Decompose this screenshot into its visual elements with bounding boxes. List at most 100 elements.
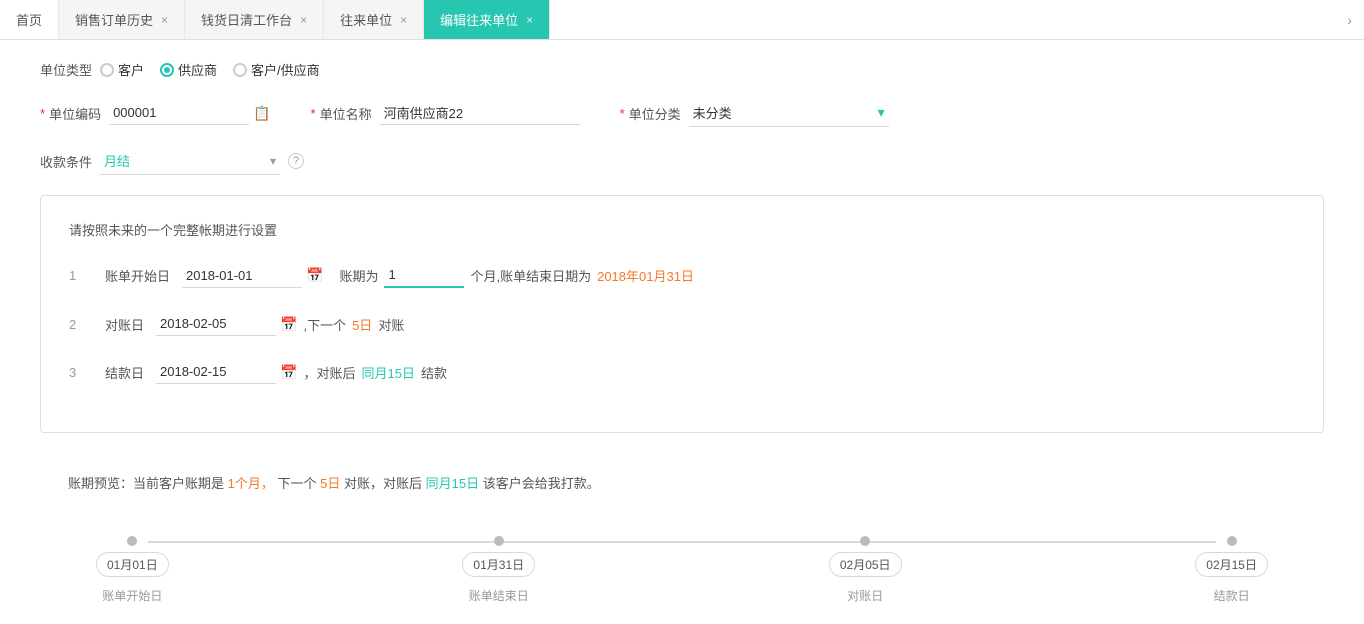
row-3-desc-highlight: 同月15日 xyxy=(361,363,414,382)
row-2-desc-highlight: 5日 xyxy=(352,315,372,334)
row-2-desc-pre: ,下一个 xyxy=(303,315,346,334)
tab-sales-history-label: 销售订单历史 xyxy=(75,10,153,29)
preview-text: 账期预览：当前客户账期是 1个月， 下一个 5日 对账，对账后 同月15日 该客… xyxy=(68,473,1296,492)
preview-reconcile-text: 对账，对账后 xyxy=(344,476,422,491)
unit-type-radio-group: 客户 供应商 客户/供应商 xyxy=(100,60,320,79)
row-3-desc-pre: ，对账后 xyxy=(303,363,355,382)
row-1-period-input[interactable] xyxy=(384,263,464,288)
preview-prefix: 账期预览：当前客户账期是 xyxy=(68,476,224,491)
timeline-dot-3 xyxy=(1227,536,1237,546)
timeline-label-3: 结款日 xyxy=(1214,587,1250,604)
payment-terms-item: 收款条件 月结 ▾ ? xyxy=(40,147,304,175)
timeline-badge-1: 01月31日 xyxy=(462,552,535,577)
radio-supplier-circle xyxy=(160,63,174,77)
unit-category-item: * 单位分类 未分类 ▾ xyxy=(620,99,889,127)
payment-terms-label: 收款条件 xyxy=(40,152,92,171)
timeline-dot-0 xyxy=(127,536,137,546)
row-3-calendar-icon[interactable]: 📅 xyxy=(280,364,297,381)
row-1-calendar-icon[interactable]: 📅 xyxy=(306,267,323,284)
tab-counterparty-close[interactable]: × xyxy=(400,13,407,27)
unit-code-input-wrap: 📋 xyxy=(109,101,270,125)
settings-box: 请按照未来的一个完整帐期进行设置 1 账单开始日 📅 账期为 个月,账单结束日期… xyxy=(40,195,1324,433)
radio-both-label: 客户/供应商 xyxy=(251,60,320,79)
tab-edit-counterparty[interactable]: 编辑往来单位 × xyxy=(424,0,550,39)
unit-code-star: * xyxy=(40,106,45,121)
timeline: 01月01日 账单开始日 01月31日 账单结束日 02月05日 对账日 02月… xyxy=(68,520,1296,604)
unit-code-item: * 单位编码 📋 xyxy=(40,101,271,125)
tab-bar: 首页 销售订单历史 × 钱货日清工作台 × 往来单位 × 编辑往来单位 × › xyxy=(0,0,1364,40)
timeline-badge-3: 02月15日 xyxy=(1195,552,1268,577)
unit-type-row: 单位类型 客户 供应商 客户/供应商 xyxy=(40,60,1324,79)
timeline-node-0: 01月01日 账单开始日 xyxy=(96,520,169,604)
unit-type-label: 单位类型 xyxy=(40,60,92,79)
settings-row-2: 2 对账日 📅 ,下一个 5日 对账 xyxy=(69,312,1295,336)
unit-category-arrow-icon: ▾ xyxy=(878,104,885,121)
payment-terms-dropdown[interactable]: 月结 ▾ xyxy=(100,147,280,175)
tab-sales-history-close[interactable]: × xyxy=(161,13,168,27)
settings-title: 请按照未来的一个完整帐期进行设置 xyxy=(69,220,1295,239)
tab-home-label: 首页 xyxy=(16,10,42,29)
payment-terms-value: 月结 xyxy=(104,151,266,170)
timeline-badge-0: 01月01日 xyxy=(96,552,169,577)
payment-terms-arrow-icon: ▾ xyxy=(270,154,276,168)
row-3-date-input[interactable] xyxy=(156,360,276,384)
unit-category-value: 未分类 xyxy=(693,103,874,122)
timeline-node-2: 02月05日 对账日 xyxy=(829,520,902,604)
unit-info-row: * 单位编码 📋 * 单位名称 * 单位分类 未分类 ▾ xyxy=(40,99,1324,127)
preview-reconcile-day: 5日 xyxy=(320,476,340,491)
unit-name-star: * xyxy=(311,106,316,121)
row-3-num: 3 xyxy=(69,365,89,380)
tab-counterparty[interactable]: 往来单位 × xyxy=(324,0,424,39)
unit-type-item: 单位类型 客户 供应商 客户/供应商 xyxy=(40,60,320,79)
preview-section: 账期预览：当前客户账期是 1个月， 下一个 5日 对账，对账后 同月15日 该客… xyxy=(40,457,1324,604)
settings-row-3: 3 结款日 📅 ，对账后 同月15日 结款 xyxy=(69,360,1295,384)
unit-category-star: * xyxy=(620,106,625,121)
timeline-label-1: 账单结束日 xyxy=(469,587,529,604)
row-2-label: 对账日 xyxy=(105,315,144,334)
payment-terms-help-icon[interactable]: ? xyxy=(288,153,304,169)
tab-cash-work[interactable]: 钱货日清工作台 × xyxy=(185,0,324,39)
unit-code-input[interactable] xyxy=(109,101,249,125)
radio-supplier[interactable]: 供应商 xyxy=(160,60,217,79)
row-2-desc-post: 对账 xyxy=(378,315,404,334)
timeline-nodes: 01月01日 账单开始日 01月31日 账单结束日 02月05日 对账日 02月… xyxy=(96,520,1268,604)
unit-code-copy-icon[interactable]: 📋 xyxy=(253,105,270,122)
preview-middle: 下一个 xyxy=(278,476,317,491)
timeline-badge-2: 02月05日 xyxy=(829,552,902,577)
row-1-period-suffix-pre: 个月,账单结束日期为 xyxy=(470,266,591,285)
row-2-num: 2 xyxy=(69,317,89,332)
row-1-period-end-date: 2018年01月31日 xyxy=(597,266,694,285)
preview-pay-day: 同月15日 xyxy=(426,476,479,491)
radio-both[interactable]: 客户/供应商 xyxy=(233,60,320,79)
main-content: 单位类型 客户 供应商 客户/供应商 * 单位编码 xyxy=(0,40,1364,624)
tab-overflow-button[interactable]: › xyxy=(1335,12,1364,28)
timeline-dot-2 xyxy=(860,536,870,546)
timeline-dot-1 xyxy=(494,536,504,546)
settings-row-1: 1 账单开始日 📅 账期为 个月,账单结束日期为 2018年01月31日 xyxy=(69,263,1295,288)
unit-category-dropdown[interactable]: 未分类 ▾ xyxy=(689,99,889,127)
radio-customer[interactable]: 客户 xyxy=(100,60,144,79)
unit-name-input[interactable] xyxy=(380,101,580,125)
row-3-desc-post: 结款 xyxy=(421,363,447,382)
unit-name-item: * 单位名称 xyxy=(311,101,580,125)
unit-category-label: 单位分类 xyxy=(629,104,681,123)
tab-sales-history[interactable]: 销售订单历史 × xyxy=(59,0,185,39)
radio-customer-circle xyxy=(100,63,114,77)
row-1-period-prefix: 账期为 xyxy=(339,266,378,285)
preview-suffix: 该客户会给我打款。 xyxy=(483,476,600,491)
tab-edit-counterparty-close[interactable]: × xyxy=(526,13,533,27)
radio-both-circle xyxy=(233,63,247,77)
unit-name-label: 单位名称 xyxy=(320,104,372,123)
radio-supplier-label: 供应商 xyxy=(178,60,217,79)
row-2-date-input[interactable] xyxy=(156,312,276,336)
timeline-node-1: 01月31日 账单结束日 xyxy=(462,520,535,604)
row-1-date-input[interactable] xyxy=(182,264,302,288)
row-2-calendar-icon[interactable]: 📅 xyxy=(280,316,297,333)
unit-code-label: 单位编码 xyxy=(49,104,101,123)
preview-months: 1个月， xyxy=(228,476,274,491)
radio-customer-label: 客户 xyxy=(118,60,144,79)
timeline-label-2: 对账日 xyxy=(847,587,883,604)
tab-cash-work-close[interactable]: × xyxy=(300,13,307,27)
tab-home[interactable]: 首页 xyxy=(0,0,59,39)
row-1-label: 账单开始日 xyxy=(105,266,170,285)
